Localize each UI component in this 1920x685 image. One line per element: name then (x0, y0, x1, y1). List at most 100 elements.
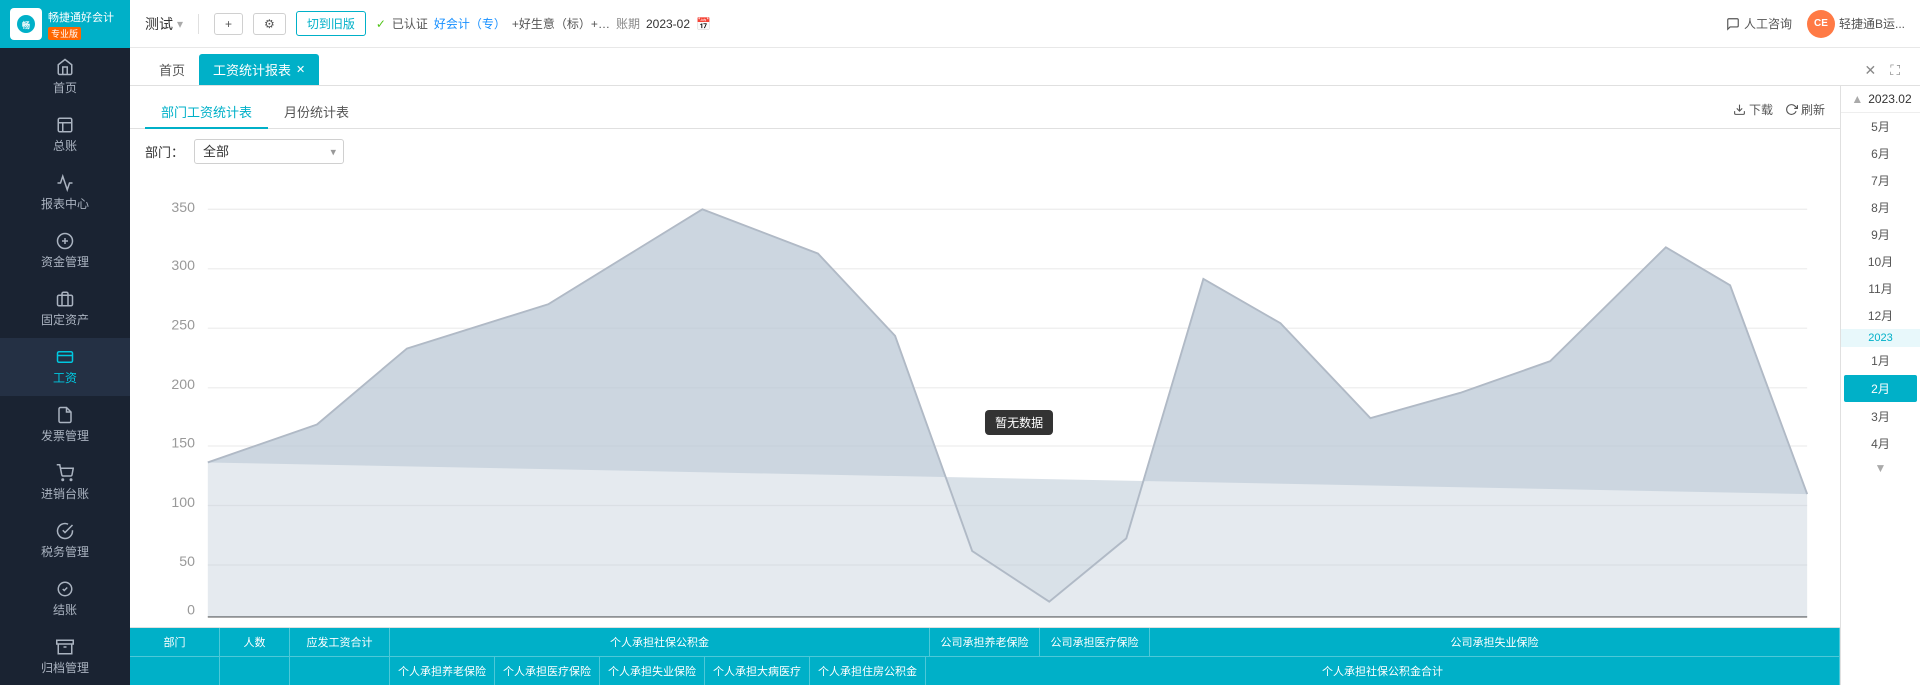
assistant-button[interactable]: 人工咨询 (1726, 15, 1792, 32)
sidebar-label-checkout: 结账 (53, 601, 77, 618)
svg-text:50: 50 (179, 553, 195, 569)
th-p-pension: 个人承担养老保险 (390, 657, 495, 685)
table-header: 部门 人数 应发工资合计 个人承担社保公积金 公司承担养老保险 (130, 627, 1840, 685)
sidebar-item-archive[interactable]: 归档管理 (0, 628, 130, 685)
th-department: 部门 (130, 628, 220, 656)
tab-close-icon[interactable]: ✕ (296, 63, 305, 76)
content-area: 部门工资统计表 月份统计表 下载 刷新 部 (130, 86, 1920, 685)
sidebar-item-home[interactable]: 首页 (0, 48, 130, 106)
download-button[interactable]: 下载 (1733, 101, 1773, 118)
date-header: ▲ 2023.02 (1841, 86, 1920, 113)
sidebar-label-salary: 工资 (53, 369, 77, 386)
download-label: 下载 (1749, 101, 1773, 118)
user-profile[interactable]: CE 轻捷通B运... (1807, 10, 1905, 38)
date-next-btn[interactable]: ▼ (1873, 461, 1889, 475)
sidebar-item-salary[interactable]: 工资 (0, 338, 130, 396)
add-button[interactable]: + (214, 13, 243, 35)
date-5[interactable]: 5月 (1841, 113, 1920, 140)
sidebar-label-report: 报表中心 (41, 195, 89, 212)
date-11[interactable]: 11月 (1841, 275, 1920, 302)
date-4[interactable]: 4月 (1841, 430, 1920, 457)
sidebar-item-tax[interactable]: 税务管理 (0, 512, 130, 570)
tab-home[interactable]: 首页 (145, 54, 199, 85)
sidebar-label-ledger: 总账 (53, 137, 77, 154)
date-1[interactable]: 1月 (1841, 347, 1920, 374)
sidebar-item-fund[interactable]: 资金管理 (0, 222, 130, 280)
chart-area: 350 300 250 200 150 100 50 0 (130, 174, 1840, 627)
app-name: 畅捷通好会计 (48, 9, 114, 25)
date-10[interactable]: 10月 (1841, 248, 1920, 275)
svg-text:200: 200 (171, 376, 195, 392)
th-p-medical: 个人承担医疗保险 (495, 657, 600, 685)
table-header-row2: 个人承担养老保险 个人承担医疗保险 个人承担失业保险 个人承担大病医疗 个人承担… (130, 657, 1840, 685)
sidebar-label-tax: 税务管理 (41, 543, 89, 560)
th-p-housing: 个人承担住房公积金 (810, 657, 926, 685)
svg-text:0: 0 (187, 601, 195, 617)
date-7[interactable]: 7月 (1841, 167, 1920, 194)
avatar: CE (1807, 10, 1835, 38)
main-container: 测试 ▾ + ⚙ 切到旧版 ✓ 已认证 好会计（专） +好生意（标）+… 账期 … (130, 0, 1920, 685)
topbar: 测试 ▾ + ⚙ 切到旧版 ✓ 已认证 好会计（专） +好生意（标）+… 账期 … (130, 0, 1920, 48)
date-3[interactable]: 3月 (1841, 403, 1920, 430)
expand-modal-button[interactable]: ⛶ (1885, 60, 1905, 81)
tab-salary-label: 工资统计报表 (213, 60, 291, 79)
th-company-unemploy: 公司承担失业保险 (1150, 628, 1840, 656)
svg-text:150: 150 (171, 434, 195, 450)
main-panel: 部门工资统计表 月份统计表 下载 刷新 部 (130, 86, 1840, 685)
sub-tab-department[interactable]: 部门工资统计表 (145, 96, 268, 129)
dropdown-icon[interactable]: ▾ (177, 17, 183, 31)
sidebar-item-checkout[interactable]: 结账 (0, 570, 130, 628)
date-panel: ▲ 2023.02 5月 6月 7月 8月 9月 10月 11月 12月 202… (1840, 86, 1920, 685)
date-12[interactable]: 12月 (1841, 302, 1920, 329)
sidebar-label-archive: 归档管理 (41, 659, 89, 676)
th-empty2 (220, 657, 290, 685)
certified-badge: 已认证 (392, 15, 428, 32)
settings-button[interactable]: ⚙ (253, 13, 286, 35)
date-year-2023: 2023 (1841, 329, 1920, 347)
close-modal-button[interactable]: ✕ (1859, 60, 1881, 81)
tab-salary-report[interactable]: 工资统计报表 ✕ (199, 54, 319, 85)
sidebar-item-invoice[interactable]: 发票管理 (0, 396, 130, 454)
calendar-icon[interactable]: 📅 (696, 17, 711, 31)
sidebar-label-asset: 固定资产 (41, 311, 89, 328)
sidebar-label-invoice: 发票管理 (41, 427, 89, 444)
date-9[interactable]: 9月 (1841, 221, 1920, 248)
sidebar-item-ledger[interactable]: 总账 (0, 106, 130, 164)
sub-tabbar: 部门工资统计表 月份统计表 下载 刷新 (130, 86, 1840, 129)
sidebar-item-purchase[interactable]: 进销台账 (0, 454, 130, 512)
sidebar-nav: 首页 总账 报表中心 资金管理 固定资产 工资 发票管理 进销台账 (0, 48, 130, 685)
date-6[interactable]: 6月 (1841, 140, 1920, 167)
chart-tooltip: 暂无数据 (985, 410, 1053, 435)
tabbar: 首页 工资统计报表 ✕ ✕ ⛶ (130, 48, 1920, 86)
date-2-active[interactable]: 2月 (1844, 375, 1917, 402)
sidebar-label-home: 首页 (53, 79, 77, 96)
date-current: 2023.02 (1868, 92, 1911, 106)
refresh-button[interactable]: 刷新 (1785, 101, 1825, 118)
department-select[interactable]: 全部 (194, 139, 344, 164)
topbar-right: 人工咨询 CE 轻捷通B运... (1726, 10, 1905, 38)
switch-view-button[interactable]: 切到旧版 (296, 11, 366, 36)
th-company-pension: 公司承担养老保险 (930, 628, 1040, 656)
sidebar: 畅 畅捷通好会计 专业版 首页 总账 报表中心 资金管理 固定资产 (0, 0, 130, 685)
date-prev-btn[interactable]: ▲ (1849, 92, 1865, 106)
sidebar-item-report[interactable]: 报表中心 (0, 164, 130, 222)
chart-svg: 350 300 250 200 150 100 50 0 (150, 184, 1820, 627)
app-logo: 畅 畅捷通好会计 专业版 (0, 0, 130, 48)
department-filter-wrapper: 全部 (194, 139, 344, 164)
tab-actions: 下载 刷新 (1733, 101, 1825, 124)
date-8[interactable]: 8月 (1841, 194, 1920, 221)
accounting-badge: 好会计（专） (434, 15, 506, 32)
filter-bar: 部门： 全部 (130, 129, 1840, 174)
th-count: 人数 (220, 628, 290, 656)
sidebar-label-purchase: 进销台账 (41, 485, 89, 502)
svg-text:350: 350 (171, 199, 195, 215)
divider1 (198, 14, 199, 34)
th-salary-total: 应发工资合计 (290, 628, 390, 656)
tab-home-label: 首页 (159, 60, 185, 79)
logo-icon: 畅 (10, 8, 42, 40)
sub-tab-monthly[interactable]: 月份统计表 (268, 96, 365, 129)
svg-text:300: 300 (171, 257, 195, 273)
svg-text:100: 100 (171, 494, 195, 510)
th-p-critical-illness: 个人承担大病医疗 (705, 657, 810, 685)
sidebar-item-asset[interactable]: 固定资产 (0, 280, 130, 338)
